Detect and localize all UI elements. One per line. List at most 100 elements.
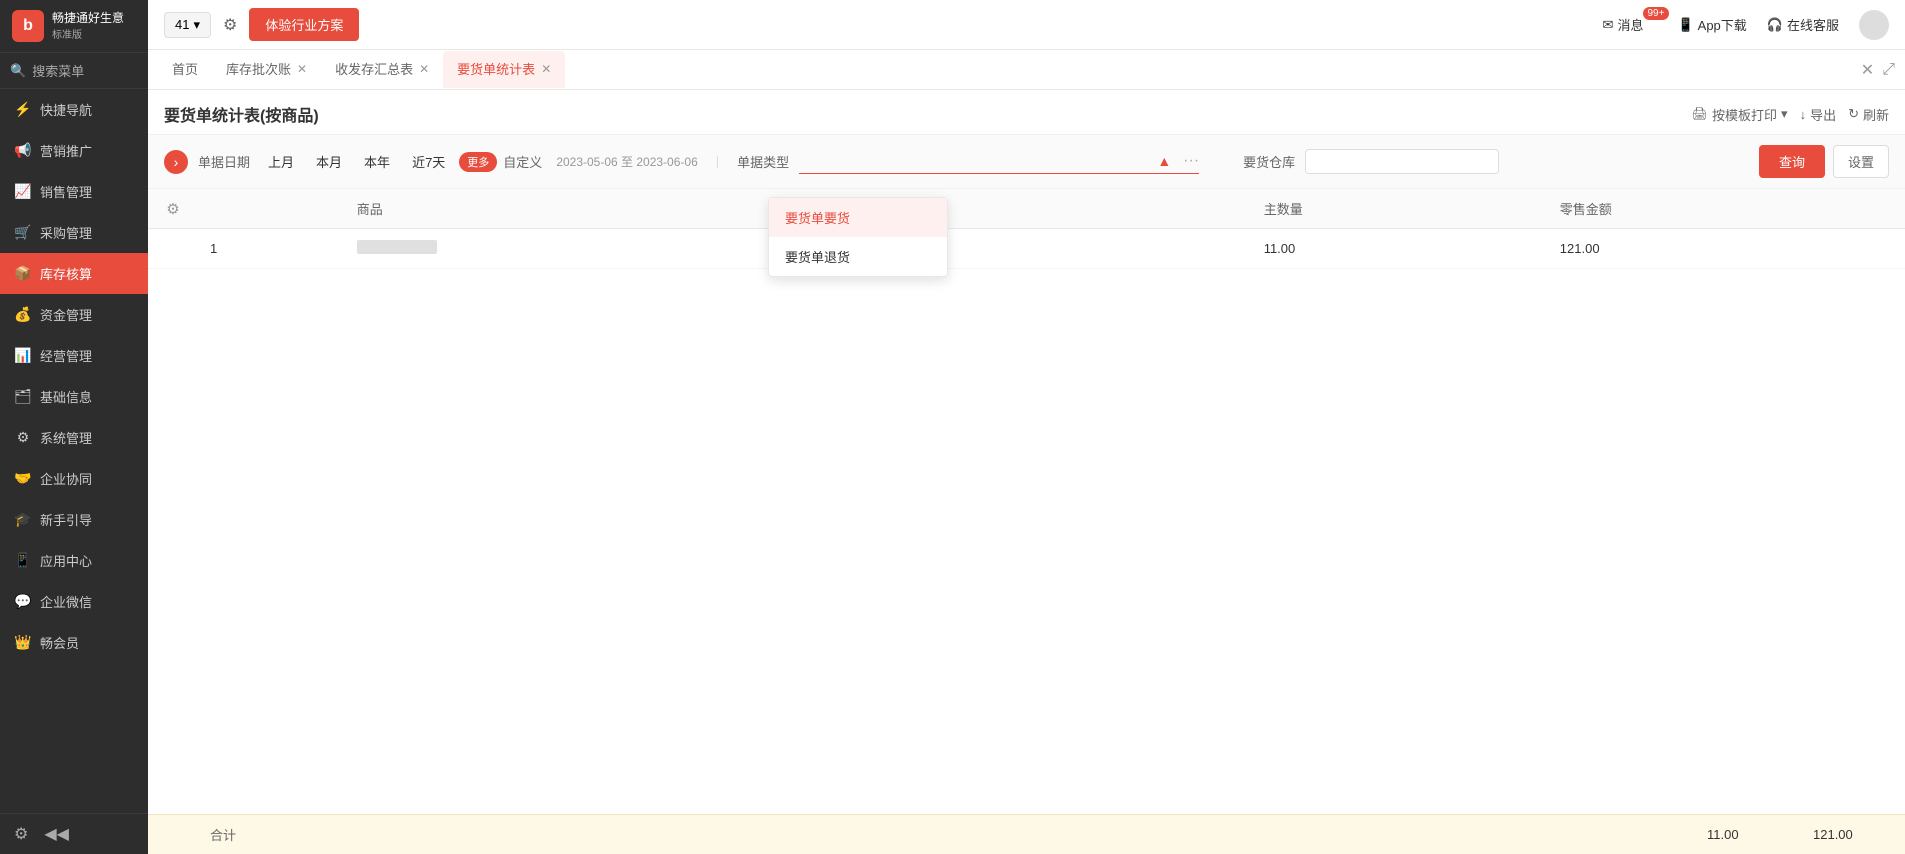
sales-icon: 📈 <box>14 183 32 201</box>
print-template-btn[interactable]: 🖨 按模板打印 ▾ <box>1692 105 1788 124</box>
tab-inventory-batch-close[interactable]: ✕ <box>297 63 307 75</box>
tab-receive-summary[interactable]: 收发存汇总表 ✕ <box>321 51 443 88</box>
refresh-btn[interactable]: ↻ 刷新 <box>1848 105 1889 124</box>
message-icon: ✉ <box>1603 17 1614 33</box>
date-option-more[interactable]: 更多 <box>459 152 497 172</box>
type-label: 单据类型 <box>737 152 789 171</box>
sidebar-item-cooperation[interactable]: 🤝 企业协同 <box>0 458 148 499</box>
sidebar-nav: ⚡ 快捷导航 📢 营销推广 📈 销售管理 🛒 采购管理 📦 库存核算 💰 资金管… <box>0 89 148 813</box>
org-selector[interactable]: 41 ▾ <box>164 12 211 38</box>
warehouse-input[interactable] <box>1305 149 1499 174</box>
tabbar: 首页 库存批次账 ✕ 收发存汇总表 ✕ 要货单统计表 ✕ ✕ ⤢ <box>148 50 1905 90</box>
date-option-7days[interactable]: 近7天 <box>404 149 453 174</box>
cell-amount: 121.00 <box>1548 229 1905 269</box>
tab-home[interactable]: 首页 <box>158 51 212 88</box>
gear-header-icon[interactable]: ⚙ <box>160 200 186 218</box>
tab-inventory-batch-label: 库存批次账 <box>226 59 291 78</box>
footer-collapse-icon[interactable]: ◀◀ <box>44 824 69 844</box>
sidebar-item-app-center[interactable]: 📱 应用中心 <box>0 540 148 581</box>
operations-icon: 📊 <box>14 347 32 365</box>
tab-order-stats[interactable]: 要货单统计表 ✕ <box>443 51 565 88</box>
summary-quantity: 11.00 <box>1707 827 1787 842</box>
basic-info-icon: 🗂 <box>14 388 32 406</box>
col-product: 商品 <box>345 189 834 229</box>
search-icon: 🔍 <box>10 63 26 79</box>
type-input[interactable] <box>799 150 1153 173</box>
messages-badge: 99+ <box>1643 7 1670 20</box>
date-label: 单据日期 <box>198 152 250 171</box>
messages-item[interactable]: ✉ 消息 99+ <box>1603 15 1658 34</box>
search-label: 搜索菜单 <box>32 61 84 80</box>
settings-button[interactable]: 设置 <box>1833 145 1889 178</box>
topbar-right: ✉ 消息 99+ 📱 App下载 🎧 在线客服 <box>1603 10 1889 40</box>
member-icon: 👑 <box>14 634 32 652</box>
product-blurred <box>357 240 437 254</box>
date-options: 上月 本月 本年 近7天 更多 自定义 <box>260 149 542 174</box>
cell-quantity: 11.00 <box>1252 229 1548 269</box>
user-avatar[interactable] <box>1859 10 1889 40</box>
tab-close-all-icon[interactable]: ✕ <box>1861 60 1874 80</box>
tab-inventory-batch[interactable]: 库存批次账 ✕ <box>212 51 321 88</box>
cooperation-icon: 🤝 <box>14 470 32 488</box>
messages-label: 消息 <box>1617 15 1643 34</box>
sidebar-item-label: 采购管理 <box>40 223 92 242</box>
topbar-gear-icon[interactable]: ⚙ <box>223 15 237 35</box>
page-header-actions: 🖨 按模板打印 ▾ ↓ 导出 ↻ 刷新 <box>1692 105 1890 124</box>
export-btn[interactable]: ↓ 导出 <box>1800 105 1837 124</box>
sidebar-item-label: 企业协同 <box>40 469 92 488</box>
purchase-icon: 🛒 <box>14 224 32 242</box>
filter-bar: › 单据日期 上月 本月 本年 近7天 更多 自定义 2023-05-06 至 … <box>148 135 1905 189</box>
date-option-this-year[interactable]: 本年 <box>356 149 398 174</box>
online-service-item[interactable]: 🎧 在线客服 <box>1767 15 1839 34</box>
sidebar-item-basic-info[interactable]: 🗂 基础信息 <box>0 376 148 417</box>
online-service-label: 在线客服 <box>1787 15 1839 34</box>
tab-order-stats-close[interactable]: ✕ <box>541 63 551 75</box>
col-seq <box>198 189 345 229</box>
system-icon: ⚙ <box>14 429 32 447</box>
table-header-row: ⚙ 商品 主计量单位 主数量 零售金额 <box>148 189 1905 229</box>
sidebar-item-finance[interactable]: 💰 资金管理 <box>0 294 148 335</box>
sidebar-item-label: 快捷导航 <box>40 100 92 119</box>
table-summary: 合计 11.00 121.00 <box>148 814 1905 854</box>
sidebar-item-member[interactable]: 👑 畅会员 <box>0 622 148 663</box>
date-option-last-month[interactable]: 上月 <box>260 149 302 174</box>
sidebar-item-marketing[interactable]: 📢 营销推广 <box>0 130 148 171</box>
dropdown-item-return[interactable]: 要货单退货 <box>769 237 947 276</box>
tab-expand-icon[interactable]: ⤢ <box>1882 61 1895 79</box>
sidebar-item-guide[interactable]: 🎓 新手引导 <box>0 499 148 540</box>
filter-expand-btn[interactable]: › <box>164 150 188 174</box>
sidebar: b 畅捷通好生意 标准版 🔍 搜索菜单 ⚡ 快捷导航 📢 营销推广 📈 销售管理… <box>0 0 148 854</box>
chevron-down-icon: ▾ <box>193 17 200 33</box>
sidebar-item-purchase[interactable]: 🛒 采购管理 <box>0 212 148 253</box>
topbar: 41 ▾ ⚙ 体验行业方案 ✉ 消息 99+ 📱 App下载 🎧 在线客服 <box>148 0 1905 50</box>
sidebar-item-label: 库存核算 <box>40 264 92 283</box>
sidebar-item-sales[interactable]: 📈 销售管理 <box>0 171 148 212</box>
app-download-item[interactable]: 📱 App下载 <box>1677 15 1746 34</box>
sidebar-item-system[interactable]: ⚙ 系统管理 <box>0 417 148 458</box>
sidebar-item-label: 系统管理 <box>40 428 92 447</box>
query-button[interactable]: 查询 <box>1759 145 1825 178</box>
table-row: 1 块 11.00 121.00 <box>148 229 1905 269</box>
footer-settings-icon[interactable]: ⚙ <box>14 824 28 844</box>
trial-button[interactable]: 体验行业方案 <box>249 8 359 41</box>
type-more-icon[interactable]: ··· <box>1183 152 1199 170</box>
app-center-icon: 📱 <box>14 552 32 570</box>
type-arrow-up-icon[interactable]: ▲ <box>1153 153 1175 169</box>
app-download-label: App下载 <box>1698 15 1747 34</box>
sidebar-item-quick-nav[interactable]: ⚡ 快捷导航 <box>0 89 148 130</box>
date-option-custom[interactable]: 自定义 <box>503 152 542 171</box>
dropdown-item-delivery[interactable]: 要货单要货 <box>769 198 947 237</box>
sidebar-item-inventory[interactable]: 📦 库存核算 <box>0 253 148 294</box>
tab-receive-summary-close[interactable]: ✕ <box>419 63 429 75</box>
cell-seq: 1 <box>198 229 345 269</box>
page-container: 要货单统计表(按商品) 🖨 按模板打印 ▾ ↓ 导出 ↻ 刷新 <box>148 90 1905 854</box>
sidebar-item-label: 资金管理 <box>40 305 92 324</box>
quick-nav-icon: ⚡ <box>14 101 32 119</box>
sidebar-search[interactable]: 🔍 搜索菜单 <box>0 53 148 89</box>
date-option-this-month[interactable]: 本月 <box>308 149 350 174</box>
type-dropdown: 要货单要货 要货单退货 <box>768 197 948 277</box>
sidebar-item-operations[interactable]: 📊 经营管理 <box>0 335 148 376</box>
topbar-left: 41 ▾ ⚙ 体验行业方案 <box>164 8 359 41</box>
col-amount: 零售金额 <box>1548 189 1905 229</box>
sidebar-item-wechat[interactable]: 💬 企业微信 <box>0 581 148 622</box>
